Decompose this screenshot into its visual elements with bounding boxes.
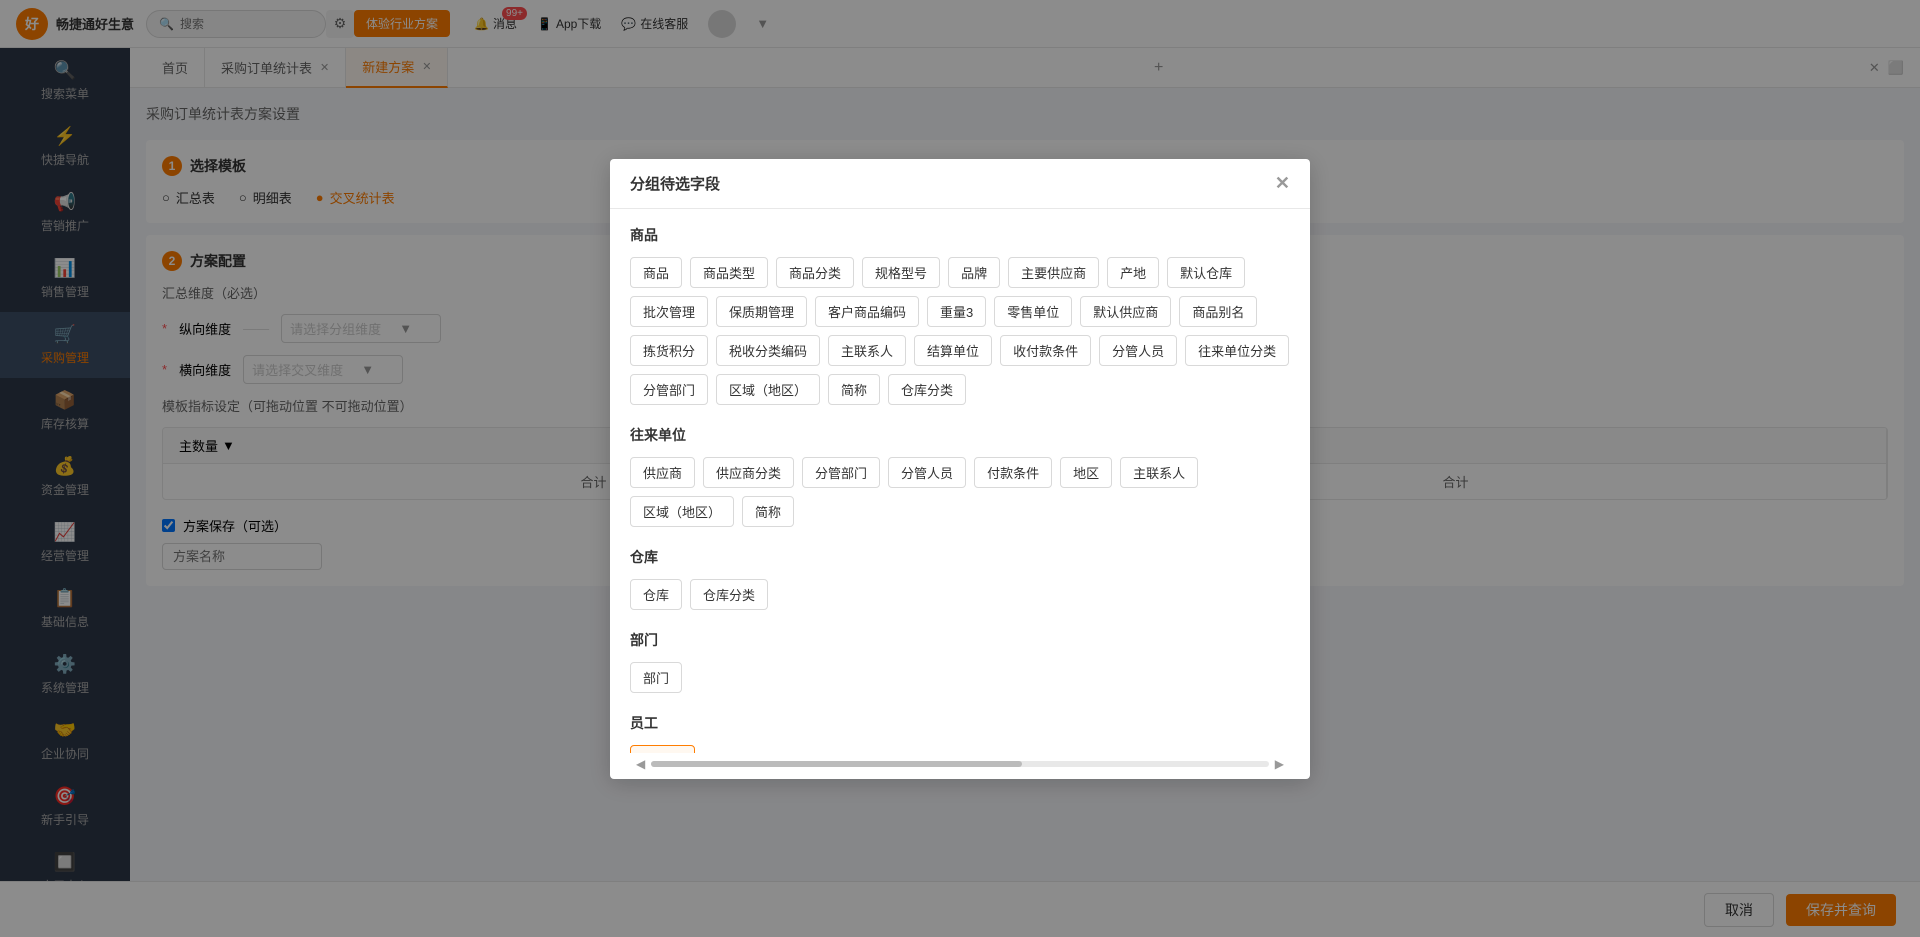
scrollbar-thumb[interactable] [651, 761, 1022, 767]
field-tag-expiry[interactable]: 保质期管理 [716, 296, 807, 327]
field-tag-short-name[interactable]: 简称 [828, 374, 880, 405]
dialog-overlay: 分组待选字段 ✕ 商品 商品 商品类型 商品分类 规格型号 品牌 主要供应商 产… [0, 0, 1920, 937]
field-tag-supplier-category[interactable]: 供应商分类 [703, 457, 794, 488]
field-tag-salesperson[interactable]: 业务员 [630, 745, 695, 753]
field-tag-payment-cond[interactable]: 付款条件 [974, 457, 1052, 488]
field-tag-batch[interactable]: 批次管理 [630, 296, 708, 327]
section-employee: 员工 业务员 [630, 713, 1290, 753]
scrollbar-track[interactable] [651, 761, 1269, 767]
field-tag-region2[interactable]: 区域（地区） [630, 496, 734, 527]
field-tag-region[interactable]: 区域（地区） [716, 374, 820, 405]
section-product-title: 商品 [630, 225, 1290, 245]
counterparty-field-tags: 供应商 供应商分类 分管部门 分管人员 付款条件 地区 主联系人 区域（地区） … [630, 457, 1290, 527]
field-tag-supplier[interactable]: 供应商 [630, 457, 695, 488]
field-tag-default-warehouse[interactable]: 默认仓库 [1167, 257, 1245, 288]
section-product: 商品 商品 商品类型 商品分类 规格型号 品牌 主要供应商 产地 默认仓库 批次… [630, 225, 1290, 405]
scroll-left-icon[interactable]: ◀ [630, 757, 651, 771]
field-tag-area[interactable]: 地区 [1060, 457, 1112, 488]
field-tag-weight[interactable]: 重量3 [927, 296, 986, 327]
field-tag-warehouse-cat[interactable]: 仓库分类 [690, 579, 768, 610]
dialog-close-button[interactable]: ✕ [1275, 174, 1290, 192]
field-tag-picking-points[interactable]: 拣货积分 [630, 335, 708, 366]
scroll-right-icon[interactable]: ▶ [1269, 757, 1290, 771]
section-department: 部门 部门 [630, 630, 1290, 693]
department-field-tags: 部门 [630, 662, 1290, 693]
field-tag-payment-terms[interactable]: 收付款条件 [1000, 335, 1091, 366]
section-counterparty: 往来单位 供应商 供应商分类 分管部门 分管人员 付款条件 地区 主联系人 区域… [630, 425, 1290, 527]
field-tag-brand[interactable]: 品牌 [948, 257, 1000, 288]
field-tag-settlement-unit[interactable]: 结算单位 [914, 335, 992, 366]
field-tag-warehouse-category[interactable]: 仓库分类 [888, 374, 966, 405]
section-department-title: 部门 [630, 630, 1290, 650]
field-tag-origin[interactable]: 产地 [1107, 257, 1159, 288]
field-tag-short2[interactable]: 简称 [742, 496, 794, 527]
field-tag-main-contact2[interactable]: 主联系人 [1120, 457, 1198, 488]
field-tag-product-type[interactable]: 商品类型 [690, 257, 768, 288]
field-tag-product-category[interactable]: 商品分类 [776, 257, 854, 288]
section-counterparty-title: 往来单位 [630, 425, 1290, 445]
field-tag-supervisor[interactable]: 分管人员 [1099, 335, 1177, 366]
field-tag-product[interactable]: 商品 [630, 257, 682, 288]
section-warehouse: 仓库 仓库 仓库分类 [630, 547, 1290, 610]
field-tag-dept[interactable]: 分管部门 [802, 457, 880, 488]
section-employee-title: 员工 [630, 713, 1290, 733]
section-warehouse-title: 仓库 [630, 547, 1290, 567]
warehouse-field-tags: 仓库 仓库分类 [630, 579, 1290, 610]
field-tag-dept2[interactable]: 部门 [630, 662, 682, 693]
field-tag-main-supplier[interactable]: 主要供应商 [1008, 257, 1099, 288]
dialog-header: 分组待选字段 ✕ [610, 159, 1310, 209]
field-tag-retail-unit[interactable]: 零售单位 [994, 296, 1072, 327]
field-tag-customer-code[interactable]: 客户商品编码 [815, 296, 919, 327]
field-selection-dialog: 分组待选字段 ✕ 商品 商品 商品类型 商品分类 规格型号 品牌 主要供应商 产… [610, 159, 1310, 779]
field-tag-unit-category[interactable]: 往来单位分类 [1185, 335, 1289, 366]
field-tag-department[interactable]: 分管部门 [630, 374, 708, 405]
field-tag-spec[interactable]: 规格型号 [862, 257, 940, 288]
field-tag-alias[interactable]: 商品别名 [1179, 296, 1257, 327]
employee-field-tags: 业务员 [630, 745, 1290, 753]
field-tag-main-contact[interactable]: 主联系人 [828, 335, 906, 366]
dialog-title: 分组待选字段 [630, 173, 720, 194]
field-tag-default-supplier[interactable]: 默认供应商 [1080, 296, 1171, 327]
field-tag-tax-code[interactable]: 税收分类编码 [716, 335, 820, 366]
product-field-tags: 商品 商品类型 商品分类 规格型号 品牌 主要供应商 产地 默认仓库 批次管理 … [630, 257, 1290, 405]
dialog-body[interactable]: 商品 商品 商品类型 商品分类 规格型号 品牌 主要供应商 产地 默认仓库 批次… [610, 209, 1310, 753]
field-tag-personnel[interactable]: 分管人员 [888, 457, 966, 488]
dialog-hscrollbar: ◀ ▶ [610, 753, 1310, 779]
field-tag-warehouse[interactable]: 仓库 [630, 579, 682, 610]
